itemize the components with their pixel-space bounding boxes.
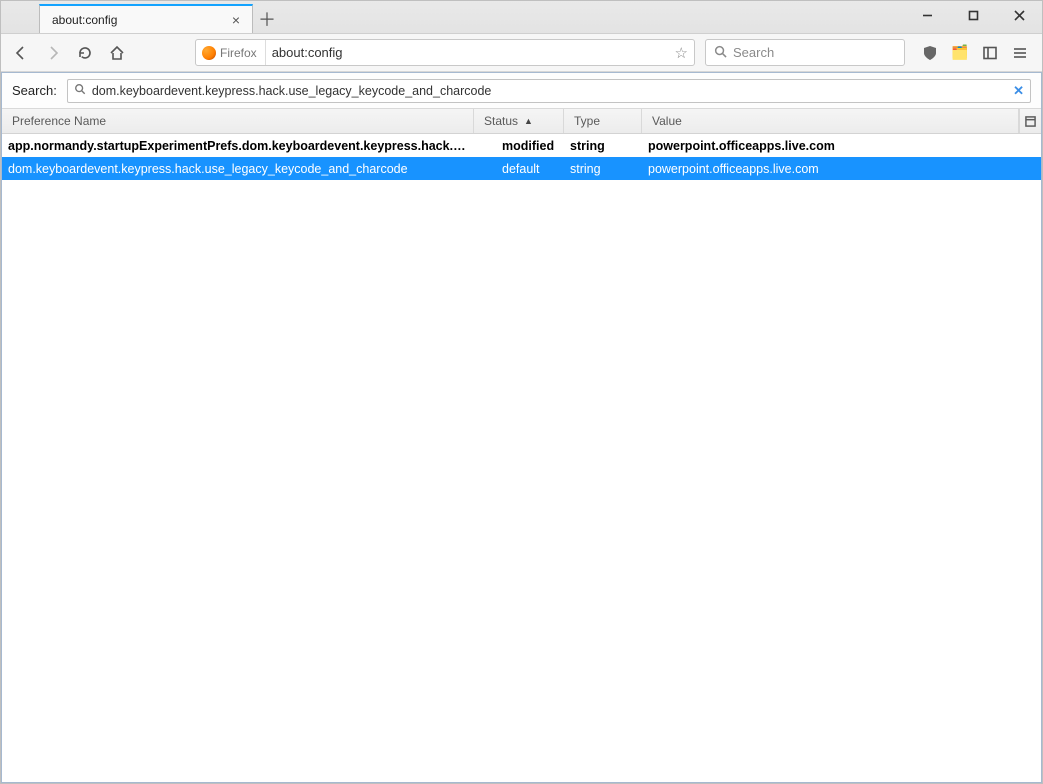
firefox-logo-icon — [202, 46, 216, 60]
window-controls — [904, 1, 1042, 34]
cell-name: app.normandy.startupExperimentPrefs.dom.… — [2, 139, 474, 153]
preference-row[interactable]: app.normandy.startupExperimentPrefs.dom.… — [2, 134, 1041, 157]
tab-title: about:config — [52, 13, 117, 27]
cell-value: powerpoint.officeapps.live.com — [642, 139, 1041, 153]
config-search-label: Search: — [12, 83, 57, 98]
nav-toolbar: Firefox about:config ☆ Search 🗂️ — [1, 34, 1042, 72]
preference-row[interactable]: dom.keyboardevent.keypress.hack.use_lega… — [2, 157, 1041, 180]
tab-strip: about:config × ＋ — [1, 1, 281, 33]
ublock-icon[interactable] — [918, 41, 942, 65]
column-headers: Preference Name Status▲ Type Value — [2, 109, 1041, 134]
sort-asc-icon: ▲ — [524, 116, 533, 126]
cell-status: modified — [474, 139, 564, 153]
titlebar: about:config × ＋ — [1, 1, 1042, 34]
cell-value: powerpoint.officeapps.live.com — [642, 162, 1041, 176]
url-bar[interactable]: Firefox about:config ☆ — [195, 39, 695, 66]
firefox-window: about:config × ＋ Firefox about:config ☆ — [0, 0, 1043, 784]
config-search-input[interactable]: dom.keyboardevent.keypress.hack.use_lega… — [67, 79, 1031, 103]
clear-search-icon[interactable]: ✕ — [1013, 83, 1024, 99]
col-header-value[interactable]: Value — [642, 109, 1019, 133]
maximize-button[interactable] — [950, 1, 996, 29]
column-picker-icon[interactable] — [1019, 109, 1041, 133]
cell-type: string — [564, 162, 642, 176]
close-window-button[interactable] — [996, 1, 1042, 29]
about-config-pane: Search: dom.keyboardevent.keypress.hack.… — [1, 72, 1042, 783]
back-button[interactable] — [7, 39, 35, 67]
cell-name: dom.keyboardevent.keypress.hack.use_lega… — [2, 162, 474, 176]
tab-close-icon[interactable]: × — [228, 11, 244, 29]
search-icon — [714, 45, 727, 61]
config-search-value: dom.keyboardevent.keypress.hack.use_lega… — [92, 84, 1007, 98]
sidebar-icon[interactable] — [978, 41, 1002, 65]
new-tab-button[interactable]: ＋ — [253, 5, 281, 33]
reload-button[interactable] — [71, 39, 99, 67]
col-header-type[interactable]: Type — [564, 109, 642, 133]
search-bar[interactable]: Search — [705, 39, 905, 66]
tab-about-config[interactable]: about:config × — [39, 4, 253, 33]
col-header-status[interactable]: Status▲ — [474, 109, 564, 133]
search-placeholder: Search — [733, 45, 774, 60]
forward-button[interactable] — [39, 39, 67, 67]
extension-icon[interactable]: 🗂️ — [948, 41, 972, 65]
cell-status: default — [474, 162, 564, 176]
identity-label: Firefox — [220, 46, 257, 60]
identity-box[interactable]: Firefox — [202, 40, 266, 65]
hamburger-menu-icon[interactable] — [1008, 41, 1032, 65]
url-text: about:config — [272, 45, 669, 60]
bookmark-star-icon[interactable]: ☆ — [675, 44, 688, 62]
cell-type: string — [564, 139, 642, 153]
config-search-row: Search: dom.keyboardevent.keypress.hack.… — [2, 73, 1041, 109]
home-button[interactable] — [103, 39, 131, 67]
search-icon — [74, 83, 86, 98]
col-header-preference-name[interactable]: Preference Name — [2, 109, 474, 133]
minimize-button[interactable] — [904, 1, 950, 29]
preference-rows: app.normandy.startupExperimentPrefs.dom.… — [2, 134, 1041, 782]
toolbar-right: 🗂️ — [918, 41, 1036, 65]
